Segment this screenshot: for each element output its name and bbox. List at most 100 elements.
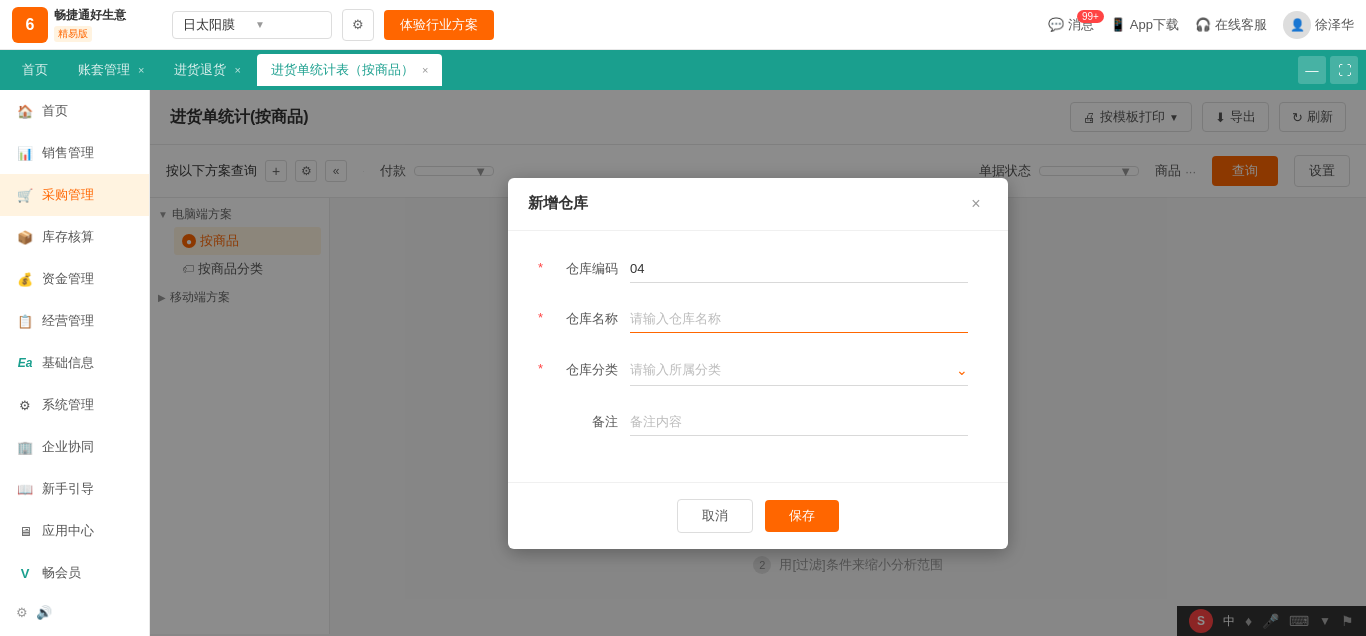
sidebar-item-apps-label: 应用中心 xyxy=(42,522,94,540)
sidebar: 🏠 首页 📊 销售管理 🛒 采购管理 📦 库存核算 💰 资金管理 📋 经营管理 … xyxy=(0,90,150,636)
sidebar-item-home-label: 首页 xyxy=(42,102,68,120)
notification-badge: 99+ xyxy=(1077,10,1104,23)
code-input[interactable] xyxy=(630,255,968,283)
cancel-button[interactable]: 取消 xyxy=(677,499,753,533)
sidebar-item-inventory[interactable]: 📦 库存核算 xyxy=(0,216,149,258)
name-label: 仓库名称 xyxy=(548,310,618,328)
main-layout: 🏠 首页 📊 销售管理 🛒 采购管理 📦 库存核算 💰 资金管理 📋 经营管理 … xyxy=(0,90,1366,636)
tab-purchase-return-close[interactable]: × xyxy=(234,64,240,76)
message-icon: 💬 xyxy=(1048,17,1064,32)
sidebar-item-inventory-label: 库存核算 xyxy=(42,228,94,246)
tab-purchase-return[interactable]: 进货退货 × xyxy=(160,54,254,86)
content-area: 进货单统计(按商品) 🖨 按模板打印 ▼ ⬇ 导出 ↻ 刷新 xyxy=(150,90,1366,636)
avatar: 👤 xyxy=(1283,11,1311,39)
sidebar-item-enterprise[interactable]: 🏢 企业协同 xyxy=(0,426,149,468)
header-right: 💬 消息 99+ 📱 App下载 🎧 在线客服 👤 徐泽华 xyxy=(1048,11,1354,39)
code-label: 仓库编码 xyxy=(548,260,618,278)
headset-icon: 🎧 xyxy=(1195,17,1211,32)
dialog-body: 仓库编码 仓库名称 仓库分类 请输入所属分类 ⌄ xyxy=(508,231,1008,482)
apps-icon: 🖥 xyxy=(16,522,34,540)
app-download-item[interactable]: 📱 App下载 xyxy=(1110,16,1179,34)
top-header: 6 畅捷通好生意 精易版 日太阳膜 ▼ ⚙ 体验行业方案 💬 消息 99+ 📱 … xyxy=(0,0,1366,50)
tab-minimize-btn[interactable]: — xyxy=(1298,56,1326,84)
tab-account-close[interactable]: × xyxy=(138,64,144,76)
dialog-add-warehouse: 新增仓库 × 仓库编码 仓库名称 xyxy=(508,178,1008,549)
user-item[interactable]: 👤 徐泽华 xyxy=(1283,11,1354,39)
store-dropdown-arrow: ▼ xyxy=(255,19,321,30)
sidebar-item-guide-label: 新手引导 xyxy=(42,480,94,498)
sidebar-item-member[interactable]: V 畅会员 xyxy=(0,552,149,594)
form-row-name: 仓库名称 xyxy=(548,305,968,333)
system-icon: ⚙ xyxy=(16,396,34,414)
category-placeholder: 请输入所属分类 xyxy=(630,361,956,379)
trial-button[interactable]: 体验行业方案 xyxy=(384,10,494,40)
tab-purchase-stats-close[interactable]: × xyxy=(422,64,428,76)
messages-item[interactable]: 💬 消息 99+ xyxy=(1048,16,1094,34)
name-input[interactable] xyxy=(630,305,968,333)
sidebar-item-finance[interactable]: 💰 资金管理 xyxy=(0,258,149,300)
note-input[interactable] xyxy=(630,408,968,436)
tab-bar: 首页 账套管理 × 进货退货 × 进货单统计表（按商品） × — ⛶ xyxy=(0,50,1366,90)
logo-icon: 6 xyxy=(12,7,48,43)
volume-icon[interactable]: 🔊 xyxy=(36,605,52,620)
tab-purchase-return-label: 进货退货 xyxy=(174,61,226,79)
sidebar-item-basic-label: 基础信息 xyxy=(42,354,94,372)
tab-bar-controls: — ⛶ xyxy=(1298,56,1358,84)
category-select[interactable]: 请输入所属分类 ⌄ xyxy=(630,355,968,386)
settings-button[interactable]: ⚙ xyxy=(342,9,374,41)
sidebar-item-system[interactable]: ⚙ 系统管理 xyxy=(0,384,149,426)
guide-icon: 📖 xyxy=(16,480,34,498)
finance-icon: 💰 xyxy=(16,270,34,288)
sidebar-item-system-label: 系统管理 xyxy=(42,396,94,414)
sidebar-item-guide[interactable]: 📖 新手引导 xyxy=(0,468,149,510)
phone-icon: 📱 xyxy=(1110,17,1126,32)
sidebar-item-member-label: 畅会员 xyxy=(42,564,81,582)
tab-home[interactable]: 首页 xyxy=(8,54,62,86)
logo-text: 畅捷通好生意 精易版 xyxy=(54,7,126,42)
tab-account-label: 账套管理 xyxy=(78,61,130,79)
online-service-item[interactable]: 🎧 在线客服 xyxy=(1195,16,1267,34)
dialog-header: 新增仓库 × xyxy=(508,178,1008,231)
operations-icon: 📋 xyxy=(16,312,34,330)
member-icon: V xyxy=(16,564,34,582)
note-label: 备注 xyxy=(548,413,618,431)
sidebar-item-sales[interactable]: 📊 销售管理 xyxy=(0,132,149,174)
gear-icon: ⚙ xyxy=(352,17,364,32)
form-row-category: 仓库分类 请输入所属分类 ⌄ xyxy=(548,355,968,386)
enterprise-icon: 🏢 xyxy=(16,438,34,456)
dialog-title: 新增仓库 xyxy=(528,194,588,213)
sidebar-item-basic[interactable]: Ea 基础信息 xyxy=(0,342,149,384)
basic-icon: Ea xyxy=(16,354,34,372)
settings-bottom-icon[interactable]: ⚙ xyxy=(16,605,28,620)
tab-expand-btn[interactable]: ⛶ xyxy=(1330,56,1358,84)
user-icon: 👤 xyxy=(1290,18,1305,32)
sidebar-item-enterprise-label: 企业协同 xyxy=(42,438,94,456)
category-label: 仓库分类 xyxy=(548,361,618,379)
dialog-close-button[interactable]: × xyxy=(964,192,988,216)
logo-area: 6 畅捷通好生意 精易版 xyxy=(12,7,162,43)
dialog-overlay: 新增仓库 × 仓库编码 仓库名称 xyxy=(150,90,1366,636)
sidebar-item-apps[interactable]: 🖥 应用中心 xyxy=(0,510,149,552)
home-icon: 🏠 xyxy=(16,102,34,120)
sales-icon: 📊 xyxy=(16,144,34,162)
sidebar-item-purchase-label: 采购管理 xyxy=(42,186,94,204)
category-dropdown-arrow: ⌄ xyxy=(956,362,968,378)
dialog-footer: 取消 保存 xyxy=(508,482,1008,549)
tab-account[interactable]: 账套管理 × xyxy=(64,54,158,86)
form-row-code: 仓库编码 xyxy=(548,255,968,283)
store-selector[interactable]: 日太阳膜 ▼ xyxy=(172,11,332,39)
form-row-note: 备注 xyxy=(548,408,968,436)
tab-home-label: 首页 xyxy=(22,61,48,79)
sidebar-item-finance-label: 资金管理 xyxy=(42,270,94,288)
tab-purchase-stats-label: 进货单统计表（按商品） xyxy=(271,61,414,79)
sidebar-bottom: ⚙ 🔊 xyxy=(0,597,68,628)
sidebar-item-operations-label: 经营管理 xyxy=(42,312,94,330)
sidebar-item-purchase[interactable]: 🛒 采购管理 xyxy=(0,174,149,216)
save-button[interactable]: 保存 xyxy=(765,500,839,532)
sidebar-item-operations[interactable]: 📋 经营管理 xyxy=(0,300,149,342)
inventory-icon: 📦 xyxy=(16,228,34,246)
tab-purchase-stats[interactable]: 进货单统计表（按商品） × xyxy=(257,54,442,86)
purchase-icon: 🛒 xyxy=(16,186,34,204)
sidebar-item-home[interactable]: 🏠 首页 xyxy=(0,90,149,132)
sidebar-item-sales-label: 销售管理 xyxy=(42,144,94,162)
